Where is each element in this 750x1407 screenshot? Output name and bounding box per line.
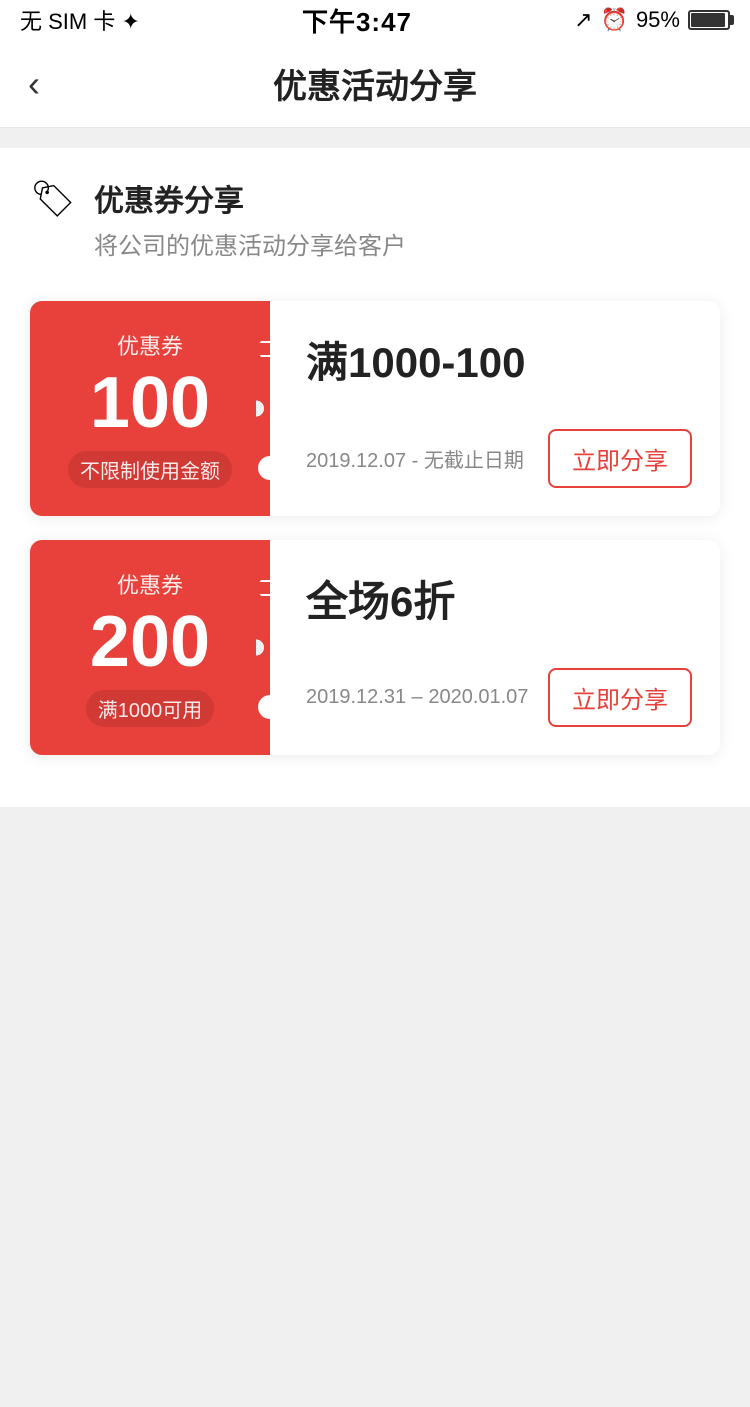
page-title: 优惠活动分享: [273, 59, 477, 108]
coupon-left-1: 优惠券 100 不限制使用金额: [30, 301, 270, 516]
coupon-right-1: 满1000-100 2019.12.07 - 无截止日期 立即分享: [270, 301, 720, 516]
share-button-2[interactable]: 立即分享: [548, 668, 692, 727]
section-title: 优惠券分享: [94, 176, 406, 220]
coupon-amount-1: 100: [90, 367, 210, 439]
alarm-icon: ⏰: [601, 7, 628, 33]
coupon-list: 优惠券 100 不限制使用金额 满1000-100 2019.12.07 - 无…: [0, 281, 750, 807]
coupon-amount-2: 200: [90, 606, 210, 678]
nav-bar: ‹ 优惠活动分享: [0, 40, 750, 128]
battery-percent: 95%: [636, 7, 680, 33]
battery-icon: [688, 10, 730, 30]
status-left: 无 SIM 卡 ✦: [20, 4, 140, 36]
coupon-bottom-2: 2019.12.31 – 2020.01.07 立即分享: [306, 668, 692, 727]
coupon-title-1: 满1000-100: [306, 329, 692, 390]
coupon-card-2: 优惠券 200 满1000可用 全场6折 2019.12.31 – 2020.0…: [30, 540, 720, 755]
back-button[interactable]: ‹: [28, 63, 40, 105]
section-divider-top: [0, 128, 750, 148]
status-time: 下午3:47: [302, 2, 412, 39]
coupon-zigzag-1: [256, 301, 270, 516]
status-right: ↗ ⏰ 95%: [574, 7, 730, 33]
section-icon: 🏷: [30, 178, 78, 226]
coupon-date-1: 2019.12.07 - 无截止日期: [306, 444, 524, 473]
status-bar: 无 SIM 卡 ✦ 下午3:47 ↗ ⏰ 95%: [0, 0, 750, 40]
section-subtitle: 将公司的优惠活动分享给客户: [94, 226, 406, 261]
coupon-date-2: 2019.12.31 – 2020.01.07: [306, 686, 528, 709]
coupon-label-1: 优惠券: [117, 329, 183, 361]
coupon-title-2: 全场6折: [306, 568, 692, 629]
location-icon: ↗: [574, 7, 592, 33]
page-footer: [0, 807, 750, 1407]
coupon-condition-2: 满1000可用: [86, 690, 215, 727]
share-button-1[interactable]: 立即分享: [548, 429, 692, 488]
section-text: 优惠券分享 将公司的优惠活动分享给客户: [94, 176, 406, 261]
coupon-right-2: 全场6折 2019.12.31 – 2020.01.07 立即分享: [270, 540, 720, 755]
coupon-card-1: 优惠券 100 不限制使用金额 满1000-100 2019.12.07 - 无…: [30, 301, 720, 516]
coupon-zigzag-2: [256, 540, 270, 755]
coupon-label-2: 优惠券: [117, 568, 183, 600]
no-sim-text: 无 SIM 卡 ✦: [20, 4, 140, 36]
section-header: 🏷 优惠券分享 将公司的优惠活动分享给客户: [0, 148, 750, 281]
coupon-condition-1: 不限制使用金额: [68, 451, 232, 488]
coupon-left-2: 优惠券 200 满1000可用: [30, 540, 270, 755]
coupon-bottom-1: 2019.12.07 - 无截止日期 立即分享: [306, 429, 692, 488]
